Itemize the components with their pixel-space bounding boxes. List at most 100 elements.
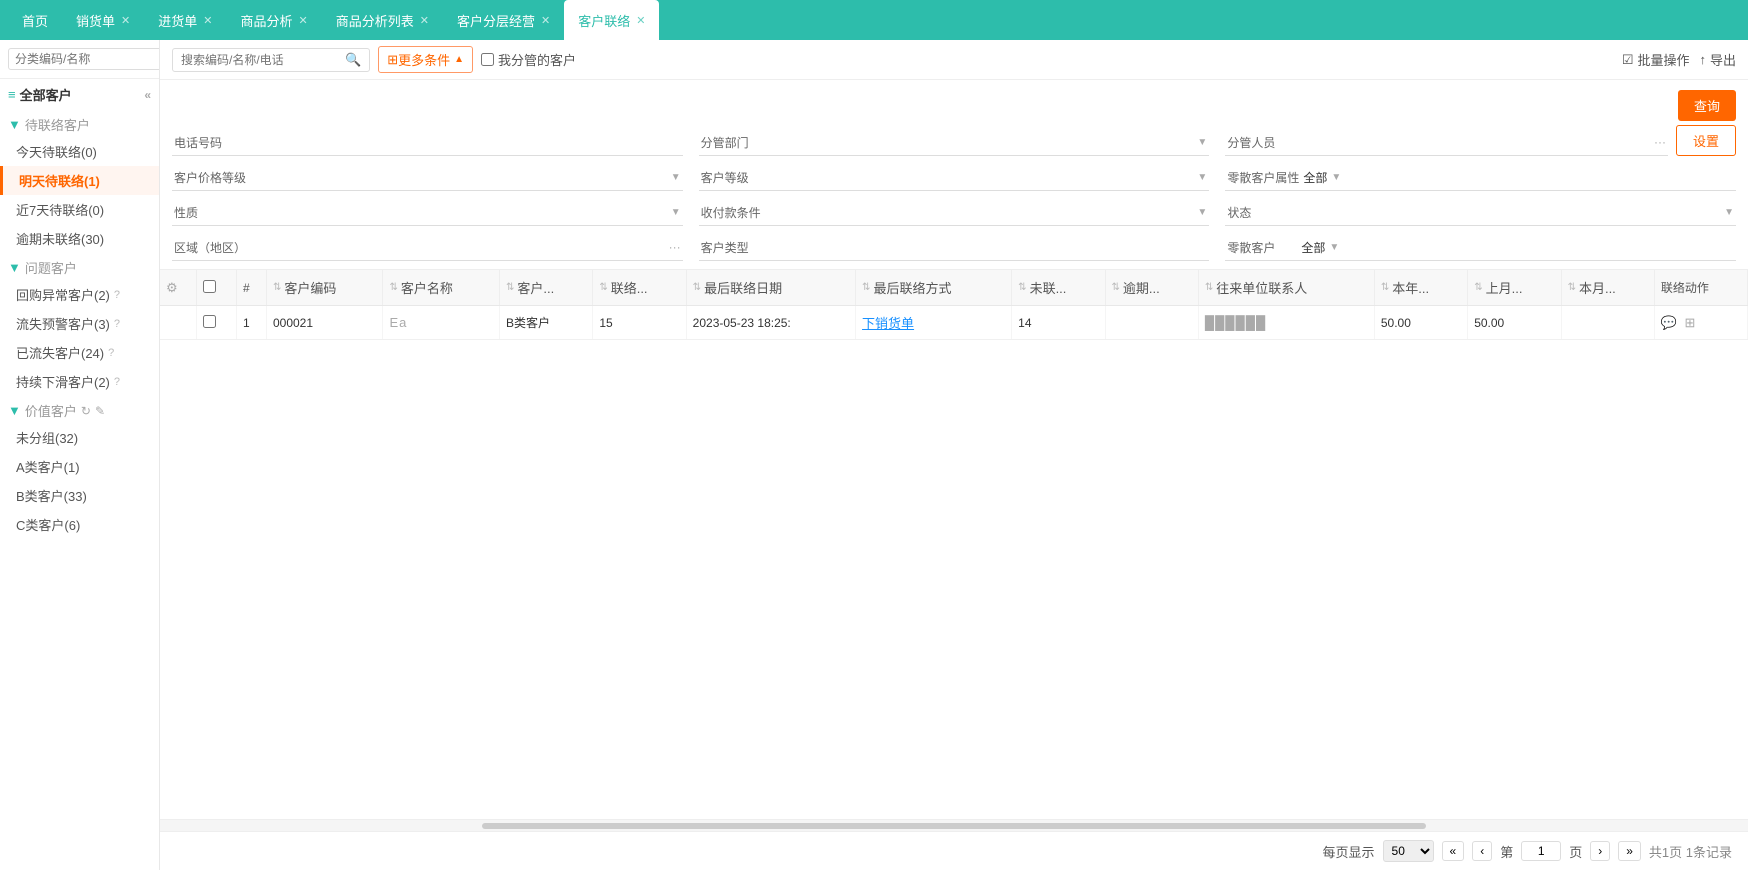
search-box[interactable]: 🔍 [172,48,370,72]
td-checkbox[interactable] [197,306,237,340]
search-icon[interactable]: 🔍 [345,52,361,68]
chevron-down-icon[interactable]: ▼ [1197,137,1207,148]
more-icon[interactable]: ··· [669,240,681,254]
help-icon[interactable]: ? [114,289,120,301]
sidebar-item-ungrouped[interactable]: 未分组(32) [0,423,159,452]
edit-icon[interactable]: ✎ [95,404,105,418]
gender-input[interactable] [244,203,667,221]
all-customers-header[interactable]: ≡ 全部客户 « [0,79,159,110]
chevron-down-icon[interactable]: ▼ [671,172,681,183]
th-unit-contact[interactable]: 往来单位联系人 [1198,270,1374,306]
nav-customer-contact[interactable]: 客户联络 ✕ [564,0,659,40]
export-icon: ↑ [1699,52,1706,67]
search-input[interactable] [181,53,341,67]
td-action[interactable]: 💬 ⊞ [1654,306,1747,340]
th-overdue[interactable]: 逾期... [1105,270,1198,306]
nav-home[interactable]: 首页 [8,0,62,40]
status-input[interactable] [1297,203,1720,221]
chevron-down-icon[interactable]: ▼ [1724,207,1734,218]
prev-page-button[interactable]: ‹ [1472,841,1492,861]
sidebar-item-abnormal-repurchase[interactable]: 回购异常客户(2) ? [0,280,159,309]
page-size-select[interactable]: 50 20 100 [1383,840,1434,862]
sidebar-item-overdue-contact[interactable]: 逾期未联络(30) [0,224,159,253]
action-comment-icon[interactable]: 💬 [1661,315,1677,330]
settings-icon[interactable]: ⚙ [166,280,178,295]
chevron-down-icon[interactable]: ▼ [671,207,681,218]
my-customers-check[interactable] [481,53,494,66]
nav-product-analysis-list[interactable]: 商品分析列表 ✕ [322,0,443,40]
batch-operations-button[interactable]: ☑ 批量操作 [1622,50,1690,69]
th-code[interactable]: 客户编码 [266,270,382,306]
th-checkbox[interactable] [197,270,237,306]
customer-level-input[interactable] [771,168,1194,186]
select-all-checkbox[interactable] [203,280,216,293]
th-type[interactable]: 客户... [499,270,592,306]
my-customers-checkbox[interactable]: 我分管的客户 [481,50,576,69]
sidebar-search-area: 🔍 [0,40,159,79]
sidebar-item-class-b[interactable]: B类客户(33) [0,481,159,510]
customer-type-input[interactable] [771,238,1208,256]
th-this-year[interactable]: 本年... [1374,270,1467,306]
help-icon[interactable]: ? [114,376,120,388]
setting-button[interactable]: 设置 [1676,125,1736,156]
th-this-month[interactable]: 本月... [1561,270,1654,306]
chevron-down-icon[interactable]: ▼ [1197,172,1207,183]
help-icon[interactable]: ? [114,318,120,330]
export-button[interactable]: ↑ 导出 [1699,50,1736,69]
th-last-date[interactable]: 最后联络日期 [686,270,855,306]
first-page-button[interactable]: « [1442,841,1465,861]
horizontal-scrollbar[interactable] [482,823,1425,829]
nav-product-analysis[interactable]: 商品分析 ✕ [226,0,321,40]
payment-input[interactable] [771,203,1194,221]
refresh-icon[interactable]: ↻ [81,404,91,418]
chevron-down-icon[interactable]: ▼ [1331,172,1341,183]
sidebar-item-churn-warning[interactable]: 流失预警客户(3) ? [0,309,159,338]
close-icon[interactable]: ✕ [203,14,212,27]
last-page-button[interactable]: » [1618,841,1641,861]
close-icon[interactable]: ✕ [299,14,308,27]
th-last-month[interactable]: 上月... [1468,270,1561,306]
th-name[interactable]: 客户名称 [383,270,499,306]
td-last-method[interactable]: 下销货单 [856,306,1012,340]
th-settings[interactable]: ⚙ [160,270,197,306]
page-number-input[interactable] [1521,841,1561,861]
sidebar-item-churned[interactable]: 已流失客户(24) ? [0,338,159,367]
th-no-contact[interactable]: 未联... [1012,270,1105,306]
close-icon[interactable]: ✕ [121,14,130,27]
chevron-down-icon[interactable]: ▼ [1329,242,1339,253]
help-icon[interactable]: ? [108,347,114,359]
action-more-icon[interactable]: ⊞ [1684,315,1695,330]
sidebar-item-today-contact[interactable]: 今天待联络(0) [0,137,159,166]
th-last-method[interactable]: 最后联络方式 [856,270,1012,306]
sidebar-item-declining[interactable]: 持续下滑客户(2) ? [0,367,159,396]
phone-input[interactable] [244,133,681,151]
sidebar-search-input[interactable] [8,48,160,70]
close-icon[interactable]: ✕ [636,14,645,27]
close-icon[interactable]: ✕ [420,14,429,27]
nav-customer-segmentation[interactable]: 客户分层经营 ✕ [443,0,564,40]
td-no-contact: 14 [1012,306,1105,340]
next-page-button[interactable]: › [1590,841,1610,861]
collapse-icon[interactable]: « [144,88,151,102]
nav-purchase-order[interactable]: 进货单 ✕ [144,0,226,40]
sidebar-item-class-c[interactable]: C类客户(6) [0,510,159,539]
person-input[interactable] [1297,133,1650,151]
close-icon[interactable]: ✕ [541,14,550,27]
last-method-link[interactable]: 下销货单 [862,316,914,331]
td-type: B类客户 [499,306,592,340]
region-input[interactable] [246,238,665,256]
nav-sales-order[interactable]: 销货单 ✕ [62,0,144,40]
sidebar-item-tomorrow-contact[interactable]: 明天待联络(1) [0,166,159,195]
dept-input[interactable] [771,133,1194,151]
th-contacts[interactable]: 联络... [593,270,686,306]
price-level-input[interactable] [246,168,667,186]
more-conditions-button[interactable]: ⊞ 更多条件 ▲ [378,46,473,73]
sidebar-item-class-a[interactable]: A类客户(1) [0,452,159,481]
query-button[interactable]: 查询 [1678,90,1736,121]
sidebar-item-7day-contact[interactable]: 近7天待联络(0) [0,195,159,224]
more-icon[interactable]: ··· [1654,135,1666,149]
main-layout: 🔍 ≡ 全部客户 « ▼ 待联络客户 今天待联络(0) 明天待联络(1) 近7天… [0,40,1748,870]
chevron-down-icon[interactable]: ▼ [1197,207,1207,218]
row-checkbox[interactable] [203,315,216,328]
chevron-up-icon: ▲ [454,54,464,65]
